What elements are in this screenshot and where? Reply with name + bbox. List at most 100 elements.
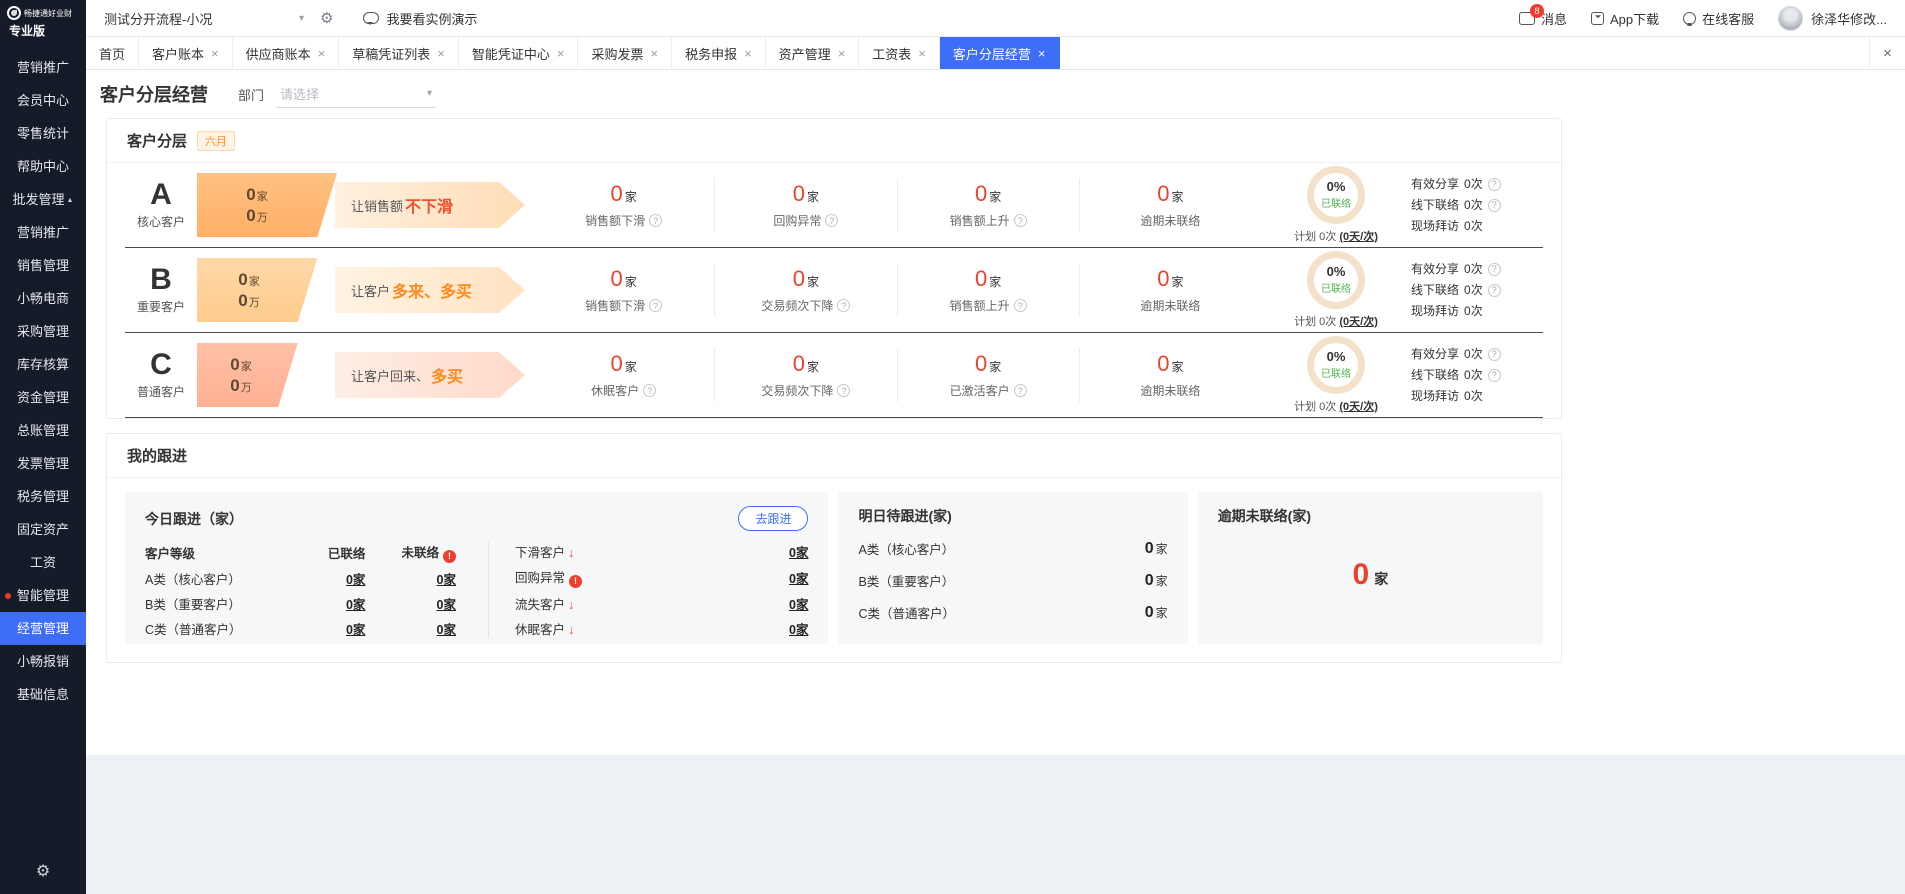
help-icon[interactable]: ? xyxy=(1487,177,1501,191)
contacted-count-link[interactable]: 0家 xyxy=(346,598,365,612)
tab-smart-voucher-center[interactable]: 智能凭证中心 × xyxy=(458,37,579,69)
help-icon[interactable]: ? xyxy=(1487,368,1501,382)
alert-count-link[interactable]: 0家 xyxy=(789,572,808,586)
sidebar-item-sales-mgmt[interactable]: 销售管理 xyxy=(0,249,86,282)
go-follow-button[interactable]: 去跟进 xyxy=(738,506,809,531)
company-selector[interactable]: 测试分开流程-小况 ▾ xyxy=(104,9,304,28)
sidebar-item-tax-mgmt[interactable]: 税务管理 xyxy=(0,480,86,513)
close-icon[interactable]: × xyxy=(650,47,658,60)
tab-purchase-invoice[interactable]: 采购发票 × xyxy=(578,37,673,69)
help-icon[interactable]: ? xyxy=(1487,262,1501,276)
alert-count-link[interactable]: 0家 xyxy=(789,546,808,560)
messages-label: 消息 xyxy=(1540,11,1567,27)
close-icon[interactable]: × xyxy=(744,47,752,60)
stat-label: 销售额上升 xyxy=(949,214,1010,228)
contact-progress: 0% 已联络 计划 0次 (0天/次) xyxy=(1261,336,1411,414)
close-icon[interactable]: × xyxy=(1038,47,1046,60)
help-icon[interactable]: ? xyxy=(1487,283,1501,297)
alert-count-link[interactable]: 0家 xyxy=(789,598,808,612)
help-icon[interactable]: ? xyxy=(1487,347,1501,361)
stat-unit: 家 xyxy=(806,190,819,204)
help-icon[interactable]: ? xyxy=(1013,384,1027,397)
sidebar-item-retail-stats[interactable]: 零售统计 xyxy=(0,117,86,150)
stat-unit: 家 xyxy=(624,275,637,289)
sidebar-item-member-center[interactable]: 会员中心 xyxy=(0,84,86,117)
settings-gear-icon[interactable]: ⚙ xyxy=(320,9,333,27)
uncontacted-count-link[interactable]: 0家 xyxy=(437,623,456,637)
plan-link[interactable]: (0天/次) xyxy=(1339,231,1378,243)
stat-value: 0 xyxy=(974,181,988,206)
tab-supplier-ledger[interactable]: 供应商账本 × xyxy=(232,37,340,69)
alert-label: 流失客户 xyxy=(514,597,565,612)
tab-draft-vouchers[interactable]: 草稿凭证列表 × xyxy=(339,37,459,69)
close-icon[interactable]: × xyxy=(318,47,326,60)
stat-sales-rise: 0家 销售额上升? xyxy=(898,181,1079,229)
sidebar-item-payroll[interactable]: 工资 xyxy=(0,546,86,579)
tab-tax-filing[interactable]: 税务申报 × xyxy=(672,37,766,69)
help-icon[interactable]: ? xyxy=(837,299,851,312)
tab-customer-ledger[interactable]: 客户账本 × xyxy=(139,37,233,69)
content: 客户分层经营 部门 请选择 ▾ 客户分层 六月 A 核心客户 0 家 0 万 让… xyxy=(86,70,1905,755)
plan-link[interactable]: (0天/次) xyxy=(1339,316,1378,328)
col-header-label: 未联络 xyxy=(401,546,439,560)
tab-asset-mgmt[interactable]: 资产管理 × xyxy=(765,37,860,69)
sidebar-item-xiaochang-ecommerce[interactable]: 小畅电商 xyxy=(0,282,86,315)
side-stat-value: 0次 xyxy=(1464,282,1483,297)
department-select[interactable]: 请选择 ▾ xyxy=(276,80,437,108)
tab-payroll-sheet[interactable]: 工资表 × xyxy=(859,37,940,69)
help-icon[interactable]: ? xyxy=(1487,198,1501,212)
uncontacted-count-link[interactable]: 0家 xyxy=(437,573,456,587)
sidebar-item-operation-mgmt[interactable]: 经营管理 xyxy=(0,612,86,645)
sidebar-item-help-center[interactable]: 帮助中心 xyxy=(0,150,86,183)
plan-link[interactable]: (0天/次) xyxy=(1339,401,1378,413)
sidebar-item-fixed-assets[interactable]: 固定资产 xyxy=(0,513,86,546)
stat-value: 0 xyxy=(1157,181,1170,206)
help-icon[interactable]: ? xyxy=(649,299,663,312)
sidebar-settings-button[interactable]: ⚙ xyxy=(0,848,86,894)
close-icon[interactable]: × xyxy=(211,47,219,60)
sidebar-item-inventory-accounting[interactable]: 库存核算 xyxy=(0,348,86,381)
demo-link[interactable]: 我要看实例演示 xyxy=(363,9,477,28)
sidebar-item-marketing-promo[interactable]: 营销推广 xyxy=(0,51,86,84)
tier-stats: 0家 销售额下滑? 0家 交易频次下降? 0家 销售额上升? 0 家 逾期未联络 xyxy=(533,263,1261,317)
sidebar-item-basic-info[interactable]: 基础信息 xyxy=(0,678,86,711)
sidebar-item-funds-mgmt[interactable]: 资金管理 xyxy=(0,381,86,414)
help-icon[interactable]: ? xyxy=(649,214,663,227)
online-service-button[interactable]: 在线客服 xyxy=(1683,9,1754,28)
uncontacted-count-link[interactable]: 0家 xyxy=(437,598,456,612)
alert-count-link[interactable]: 0家 xyxy=(789,623,808,637)
tab-customer-segmentation[interactable]: 客户分层经营 × xyxy=(939,37,1060,69)
sidebar-item-marketing-promo-2[interactable]: 营销推广 xyxy=(0,216,86,249)
section-title: 客户分层 xyxy=(127,133,188,150)
app-download-button[interactable]: App下载 xyxy=(1591,9,1659,28)
side-stat-label: 有效分享 xyxy=(1411,176,1460,191)
help-icon[interactable]: ? xyxy=(825,214,839,227)
stat-label: 已激活客户 xyxy=(949,384,1010,398)
close-icon[interactable]: × xyxy=(918,47,926,60)
contacted-count-link[interactable]: 0家 xyxy=(346,623,365,637)
sidebar-item-wholesale-mgmt[interactable]: 批发管理 ▲ xyxy=(0,183,86,216)
close-icon[interactable]: × xyxy=(838,47,846,60)
help-icon[interactable]: ? xyxy=(643,384,657,397)
sidebar-item-general-ledger[interactable]: 总账管理 xyxy=(0,414,86,447)
help-icon[interactable]: ? xyxy=(1013,214,1027,227)
messages-button[interactable]: 8 消息 xyxy=(1518,3,1567,28)
sidebar-item-purchase-mgmt[interactable]: 采购管理 xyxy=(0,315,86,348)
stat-unit: 家 xyxy=(624,360,637,374)
help-icon[interactable]: ? xyxy=(1013,299,1027,312)
close-all-tabs-button[interactable]: × xyxy=(1869,37,1905,69)
tab-label: 首页 xyxy=(99,46,126,62)
slogan-arrow: 让销售额 不下滑 xyxy=(335,182,525,228)
help-icon[interactable]: ? xyxy=(837,384,851,397)
sidebar-item-xiaochang-expense[interactable]: 小畅报销 xyxy=(0,645,86,678)
slogan-highlight: 不下滑 xyxy=(405,199,454,216)
close-icon[interactable]: × xyxy=(557,47,565,60)
sidebar-item-smart-mgmt[interactable]: 智能管理 xyxy=(0,579,86,612)
tab-home[interactable]: 首页 xyxy=(86,37,140,69)
contacted-count-link[interactable]: 0家 xyxy=(346,573,365,587)
tier-identity: C 普通客户 xyxy=(125,350,197,400)
tier-count-unit: 家 xyxy=(256,190,268,203)
sidebar-item-invoice-mgmt[interactable]: 发票管理 xyxy=(0,447,86,480)
close-icon[interactable]: × xyxy=(437,47,445,60)
user-menu[interactable]: 徐泽华修改... xyxy=(1778,5,1887,31)
